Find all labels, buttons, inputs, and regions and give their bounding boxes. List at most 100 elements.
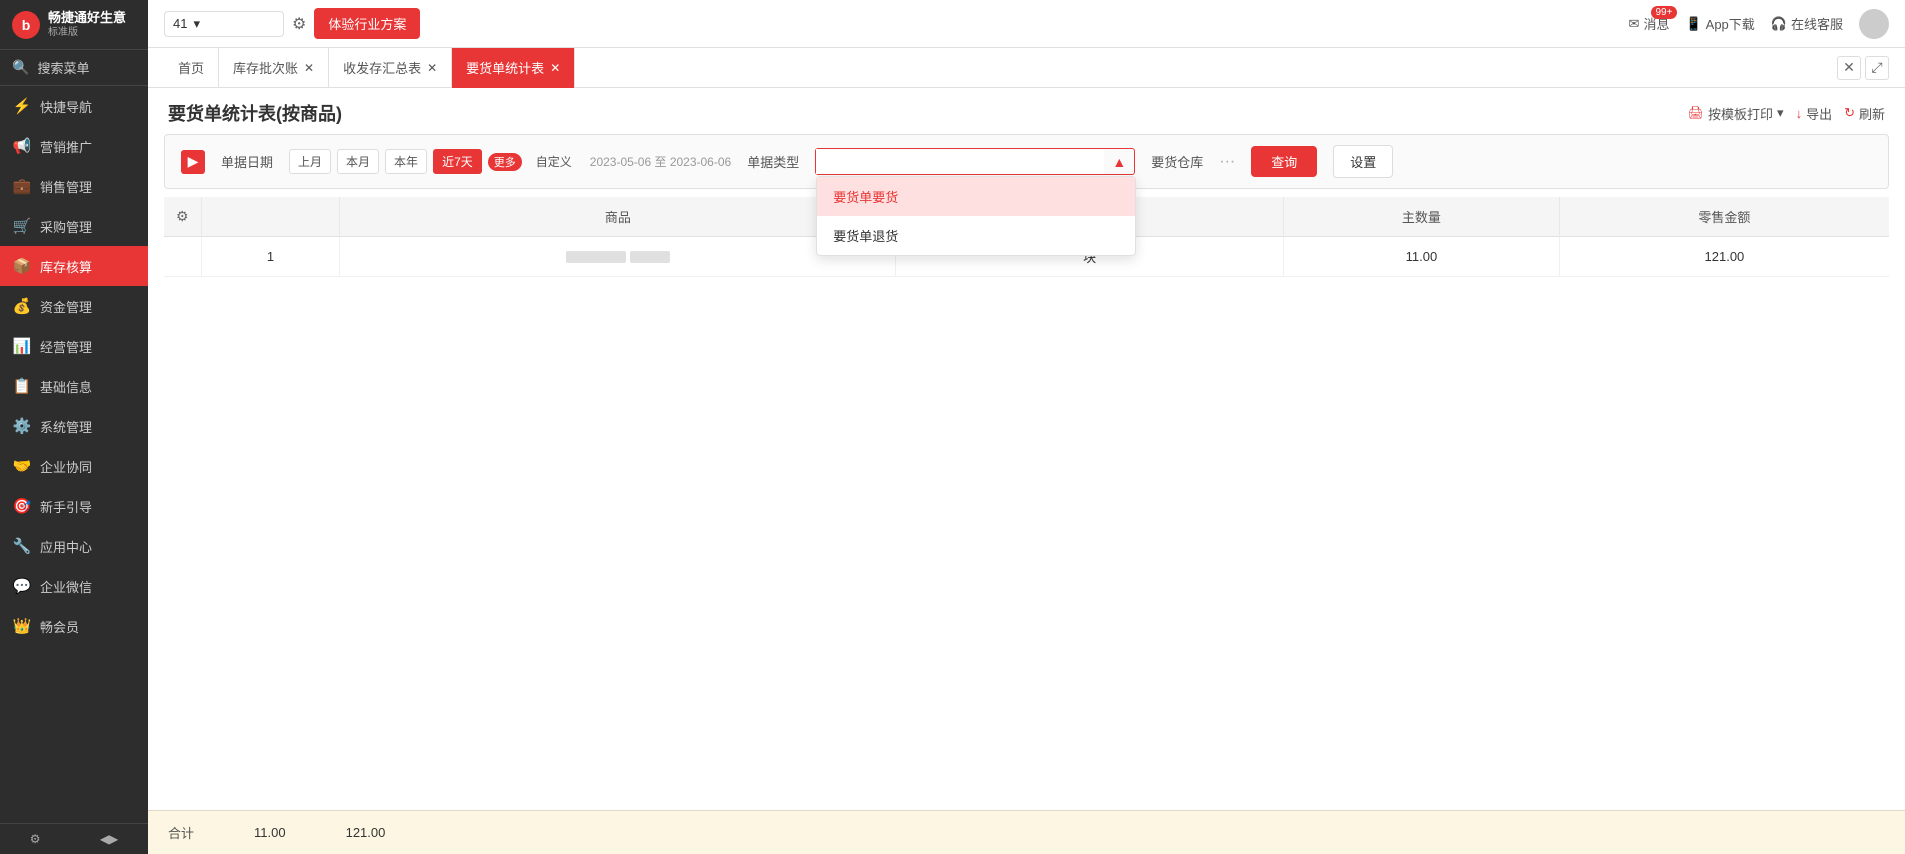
table-col-index xyxy=(201,197,340,237)
settings-gear-icon: ⚙ xyxy=(30,832,41,846)
system-icon: ⚙️ xyxy=(12,416,32,436)
marketing-label: 营销推广 xyxy=(40,137,92,156)
apps-icon: 🔧 xyxy=(12,536,32,556)
inventory-label: 库存核算 xyxy=(40,257,92,276)
sidebar-item-enterprise[interactable]: 🤝 企业协同 xyxy=(0,446,148,486)
apps-label: 应用中心 xyxy=(40,537,92,556)
date-prev-month-button[interactable]: 上月 xyxy=(289,149,331,174)
refresh-button[interactable]: ↻ 刷新 xyxy=(1844,104,1885,123)
vip-label: 畅会员 xyxy=(40,617,79,636)
type-dropdown-menu: 要货单要货 要货单退货 xyxy=(816,176,1136,256)
sidebar-settings-button[interactable]: ⚙ xyxy=(30,832,41,846)
sidebar-item-vip[interactable]: 👑 畅会员 xyxy=(0,606,148,646)
user-avatar[interactable] xyxy=(1859,9,1889,39)
row-amount-cell: 121.00 xyxy=(1559,237,1889,277)
dropdown-item-order-return[interactable]: 要货单退货 xyxy=(817,216,1135,255)
main-content: 41 ▾ ⚙ 体验行业方案 ✉ 消息 99+ 📱 App下载 🎧 在线客服 xyxy=(148,0,1905,854)
template-print-button[interactable]: 🖨 按模板打印 ▾ xyxy=(1688,104,1784,123)
sidebar-item-apps[interactable]: 🔧 应用中心 xyxy=(0,526,148,566)
date-range-label: 2023-05-06 至 2023-06-06 xyxy=(590,153,731,170)
tab-close-all-button[interactable]: ✕ xyxy=(1837,56,1861,80)
query-button[interactable]: 查询 xyxy=(1251,146,1317,177)
app-download-icon: 📱 xyxy=(1685,16,1701,32)
tab-order-stats-label: 要货单统计表 xyxy=(466,58,544,77)
row-settings-cell xyxy=(164,237,201,277)
sidebar-bottom: ⚙ ◀▶ xyxy=(0,823,148,854)
row-index-cell: 1 xyxy=(201,237,340,277)
dropdown-item-order-goods[interactable]: 要货单要货 xyxy=(817,177,1135,216)
enterprise-label: 企业协同 xyxy=(40,457,92,476)
date-7days-button[interactable]: 近7天 xyxy=(433,149,482,174)
tab-inventory-batch-close[interactable]: ✕ xyxy=(304,61,314,75)
tab-expand-button[interactable]: ⤢ xyxy=(1865,56,1889,80)
basic-icon: 📋 xyxy=(12,376,32,396)
date-current-month-button[interactable]: 本月 xyxy=(337,149,379,174)
product-cell-content xyxy=(352,251,883,263)
date-current-year-button[interactable]: 本年 xyxy=(385,149,427,174)
online-service-button[interactable]: 🎧 在线客服 xyxy=(1771,14,1843,33)
col-product-label: 商品 xyxy=(605,210,631,225)
sidebar-item-operations[interactable]: 📊 经营管理 xyxy=(0,326,148,366)
row-quantity-cell: 11.00 xyxy=(1284,237,1560,277)
tab-inventory-batch[interactable]: 库存批次账 ✕ xyxy=(219,48,329,88)
store-selector[interactable]: 41 ▾ xyxy=(164,11,284,37)
sidebar-collapse-button[interactable]: ◀▶ xyxy=(100,832,118,846)
date-custom-button[interactable]: 自定义 xyxy=(528,150,580,173)
sidebar-item-marketing[interactable]: 📢 营销推广 xyxy=(0,126,148,166)
sidebar-item-purchase[interactable]: 🛒 采购管理 xyxy=(0,206,148,246)
row-product-cell xyxy=(340,237,896,277)
trial-industry-button[interactable]: 体验行业方案 xyxy=(314,8,420,39)
purchase-icon: 🛒 xyxy=(12,216,32,236)
tab-inventory-batch-label: 库存批次账 xyxy=(233,58,298,77)
date-more-badge[interactable]: 更多 xyxy=(488,153,522,171)
tab-home-label: 首页 xyxy=(178,58,204,77)
type-filter-input[interactable] xyxy=(816,149,1104,174)
app-download-button[interactable]: 📱 App下载 xyxy=(1685,14,1754,33)
summary-label: 合计 xyxy=(168,823,194,842)
tab-receivable-summary-close[interactable]: ✕ xyxy=(427,61,437,75)
sidebar-item-quick[interactable]: ⚡ 快捷导航 xyxy=(0,86,148,126)
template-print-label: 按模板打印 xyxy=(1708,104,1773,123)
message-icon: ✉ xyxy=(1629,16,1640,32)
collapse-icon: ◀▶ xyxy=(100,832,118,846)
filter-settings-button[interactable]: 设置 xyxy=(1333,145,1393,178)
tab-order-stats[interactable]: 要货单统计表 ✕ xyxy=(452,48,575,88)
topbar: 41 ▾ ⚙ 体验行业方案 ✉ 消息 99+ 📱 App下载 🎧 在线客服 xyxy=(148,0,1905,48)
refresh-icon: ↻ xyxy=(1844,105,1855,121)
sidebar-item-wechat[interactable]: 💬 企业微信 xyxy=(0,566,148,606)
tab-order-stats-close[interactable]: ✕ xyxy=(550,61,560,75)
sidebar-item-finance[interactable]: 💰 资金管理 xyxy=(0,286,148,326)
table-settings-icon[interactable]: ⚙ xyxy=(176,208,189,224)
company-name: 畅捷通好生意 xyxy=(48,10,126,27)
tab-home[interactable]: 首页 xyxy=(164,48,219,88)
topbar-left: 41 ▾ ⚙ 体验行业方案 xyxy=(164,8,1617,39)
sidebar-item-sales[interactable]: 💼 销售管理 xyxy=(0,166,148,206)
filter-bar: ▶ 单据日期 上月 本月 本年 近7天 更多 自定义 2023-05-06 至 … xyxy=(164,134,1889,189)
sidebar-item-guide[interactable]: 🎯 新手引导 xyxy=(0,486,148,526)
filter-toggle-button[interactable]: ▶ xyxy=(181,150,205,174)
wechat-icon: 💬 xyxy=(12,576,32,596)
topbar-settings-icon[interactable]: ⚙ xyxy=(292,14,306,34)
page-container: 要货单统计表(按商品) 🖨 按模板打印 ▾ ↓ 导出 ↻ 刷新 xyxy=(148,88,1905,854)
tab-receivable-summary-label: 收发存汇总表 xyxy=(343,58,421,77)
messages-button[interactable]: ✉ 消息 99+ xyxy=(1629,14,1670,33)
table-col-product: 商品 xyxy=(340,197,896,237)
col-quantity-label: 主数量 xyxy=(1402,210,1441,225)
tab-receivable-summary[interactable]: 收发存汇总表 ✕ xyxy=(329,48,452,88)
sidebar: b 畅捷通好生意 标准版 🔍 搜索菜单 ⚡ 快捷导航 📢 营销推广 💼 销售管理… xyxy=(0,0,148,854)
sidebar-item-system[interactable]: ⚙️ 系统管理 xyxy=(0,406,148,446)
export-button[interactable]: ↓ 导出 xyxy=(1796,104,1833,123)
sidebar-search-item[interactable]: 🔍 搜索菜单 xyxy=(0,50,148,86)
marketing-icon: 📢 xyxy=(12,136,32,156)
print-icon: 🖨 xyxy=(1688,105,1705,121)
guide-icon: 🎯 xyxy=(12,496,32,516)
logo-icon: b xyxy=(12,11,40,39)
system-label: 系统管理 xyxy=(40,417,92,436)
finance-icon: 💰 xyxy=(12,296,32,316)
filter-row: ▶ 单据日期 上月 本月 本年 近7天 更多 自定义 2023-05-06 至 … xyxy=(181,145,1872,178)
summary-quantity-value: 11.00 xyxy=(254,825,286,840)
sidebar-item-basic[interactable]: 📋 基础信息 xyxy=(0,366,148,406)
sidebar-item-inventory[interactable]: 📦 库存核算 xyxy=(0,246,148,286)
warehouse-filter-dots: ··· xyxy=(1219,153,1235,171)
type-filter-arrow[interactable]: ▲ xyxy=(1104,154,1134,170)
